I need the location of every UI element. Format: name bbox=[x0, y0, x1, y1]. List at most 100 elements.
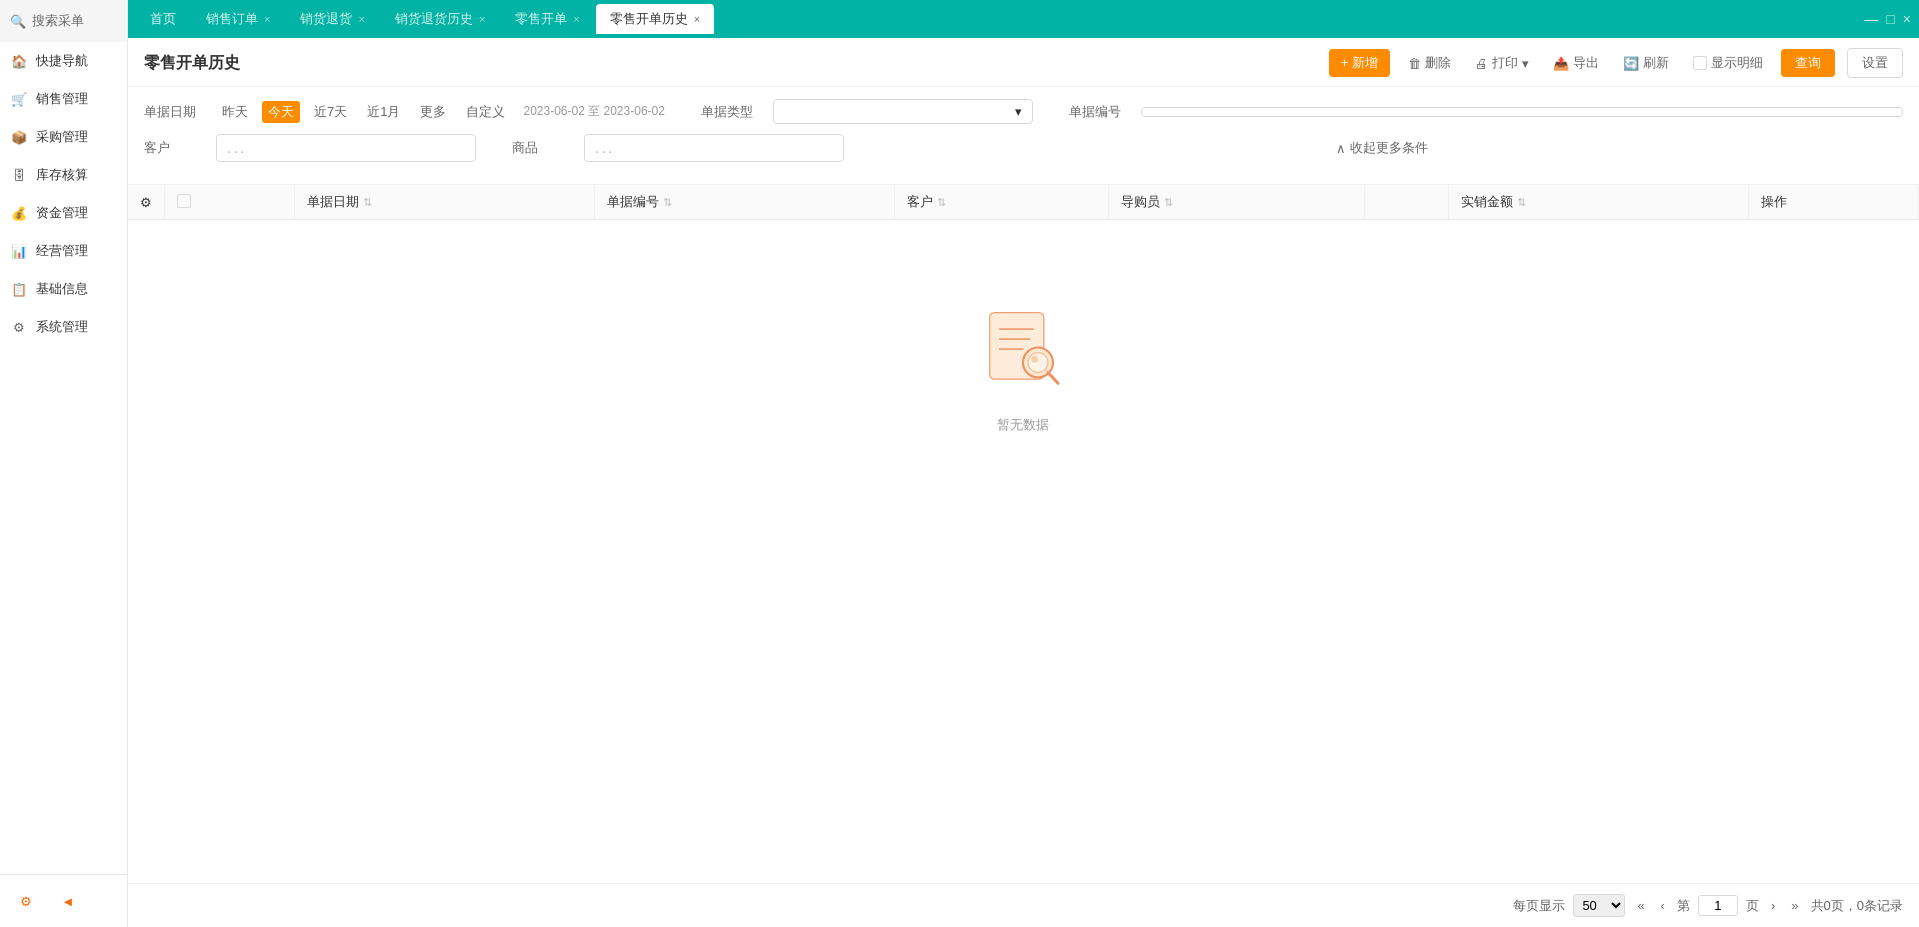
table-header-row: ⚙ 单据日期 ⇅ 单据编号 bbox=[128, 185, 1919, 220]
sidebar-item-system[interactable]: ⚙ 系统管理 bbox=[0, 308, 127, 346]
tab-retail-open-history-close[interactable]: × bbox=[694, 13, 700, 25]
delete-button[interactable]: 🗑 删除 bbox=[1402, 50, 1457, 76]
page-input[interactable] bbox=[1698, 895, 1738, 916]
col-amount-sort-icon: ⇅ bbox=[1517, 196, 1526, 209]
filter-row-2: 客户 ... 商品 ... ∧ 收起更多条件 bbox=[144, 134, 1903, 162]
sidebar-item-label: 快捷导航 bbox=[36, 52, 88, 70]
tab-home[interactable]: 首页 bbox=[136, 4, 190, 34]
customer-label: 客户 bbox=[144, 139, 200, 157]
tab-sales-order[interactable]: 销售订单 × bbox=[192, 4, 284, 34]
last-page-button[interactable]: » bbox=[1787, 896, 1802, 915]
col-checkbox[interactable] bbox=[165, 185, 295, 220]
tab-retail-open-history[interactable]: 零售开单历史 × bbox=[596, 4, 714, 34]
tab-sales-return-close[interactable]: × bbox=[358, 13, 364, 25]
inventory-icon: 🗄 bbox=[10, 166, 28, 184]
prev-page-button[interactable]: ‹ bbox=[1657, 896, 1669, 915]
refresh-icon: 🔄 bbox=[1623, 56, 1639, 71]
date-btn-today[interactable]: 今天 bbox=[262, 101, 300, 123]
tab-sales-order-label: 销售订单 bbox=[206, 10, 258, 28]
page-suffix: 页 bbox=[1746, 897, 1759, 915]
export-button[interactable]: 📤 导出 bbox=[1547, 50, 1605, 76]
table-head: ⚙ 单据日期 ⇅ 单据编号 bbox=[128, 185, 1919, 220]
col-guide[interactable]: 导购员 ⇅ bbox=[1108, 185, 1365, 220]
col-doc-date-label: 单据日期 bbox=[307, 193, 359, 211]
tab-sales-order-close[interactable]: × bbox=[264, 13, 270, 25]
sidebar-item-quick-nav[interactable]: 🏠 快捷导航 bbox=[0, 42, 127, 80]
empty-row: 暂无数据 bbox=[128, 220, 1919, 515]
query-button[interactable]: 查询 bbox=[1781, 49, 1835, 77]
settings-bottom-button[interactable]: ⚙ bbox=[10, 885, 42, 917]
collapse-label: 收起更多条件 bbox=[1350, 139, 1428, 157]
content-area: 零售开单历史 + 新增 🗑 删除 🖨 打印 ▾ 📤 导出 🔄 bbox=[128, 38, 1919, 927]
tab-retail-open[interactable]: 零售开单 × bbox=[501, 4, 593, 34]
sidebar-item-business[interactable]: 📊 经营管理 bbox=[0, 232, 127, 270]
first-page-button[interactable]: « bbox=[1633, 896, 1648, 915]
settings-button[interactable]: 设置 bbox=[1847, 48, 1903, 78]
tab-sales-return[interactable]: 销货退货 × bbox=[286, 4, 378, 34]
print-button[interactable]: 🖨 打印 ▾ bbox=[1469, 50, 1535, 76]
sidebar-item-label: 库存核算 bbox=[36, 166, 88, 184]
filter-area: 单据日期 昨天 今天 近7天 近1月 更多 自定义 2023-06-02 至 2… bbox=[128, 87, 1919, 185]
col-spacer bbox=[1365, 185, 1448, 220]
window-min-button[interactable]: — bbox=[1864, 11, 1878, 27]
col-action: 操作 bbox=[1748, 185, 1918, 220]
col-doc-date[interactable]: 单据日期 ⇅ bbox=[295, 185, 595, 220]
tabs-bar: 首页 销售订单 × 销货退货 × 销货退货历史 × 零售开单 × 零售开单历史 … bbox=[128, 0, 1919, 38]
doc-no-input[interactable] bbox=[1141, 107, 1903, 117]
display-detail-button[interactable]: 显示明细 bbox=[1687, 50, 1769, 76]
collapse-sidebar-button[interactable]: ◄ bbox=[52, 885, 84, 917]
page-title: 零售开单历史 bbox=[144, 53, 240, 74]
next-page-button[interactable]: › bbox=[1767, 896, 1779, 915]
tab-sales-return-history[interactable]: 销货退货历史 × bbox=[381, 4, 499, 34]
sidebar-item-purchase-mgmt[interactable]: 📦 采购管理 bbox=[0, 118, 127, 156]
date-btn-custom[interactable]: 自定义 bbox=[460, 101, 511, 123]
date-btn-7days[interactable]: 近7天 bbox=[308, 101, 353, 123]
per-page-select[interactable]: 50 10 20 100 bbox=[1573, 894, 1625, 917]
home-icon: 🏠 bbox=[10, 52, 28, 70]
col-doc-no-sort-icon: ⇅ bbox=[663, 196, 672, 209]
date-btn-yesterday[interactable]: 昨天 bbox=[216, 101, 254, 123]
sidebar-item-label: 经营管理 bbox=[36, 242, 88, 260]
refresh-button[interactable]: 🔄 刷新 bbox=[1617, 50, 1675, 76]
goods-input[interactable]: ... bbox=[584, 134, 844, 162]
goods-dots: ... bbox=[595, 139, 614, 157]
sidebar-item-sales-mgmt[interactable]: 🛒 销售管理 bbox=[0, 80, 127, 118]
toolbar: + 新增 🗑 删除 🖨 打印 ▾ 📤 导出 🔄 刷新 bbox=[1329, 48, 1903, 78]
col-action-label: 操作 bbox=[1761, 194, 1787, 209]
col-amount[interactable]: 实销金额 ⇅ bbox=[1448, 185, 1748, 220]
col-doc-date-sort-icon: ⇅ bbox=[363, 196, 372, 209]
col-settings[interactable]: ⚙ bbox=[128, 185, 165, 220]
date-btn-more[interactable]: 更多 bbox=[414, 101, 452, 123]
tab-retail-open-history-label: 零售开单历史 bbox=[610, 10, 688, 28]
export-label: 导出 bbox=[1573, 54, 1599, 72]
col-doc-no[interactable]: 单据编号 ⇅ bbox=[595, 185, 895, 220]
tab-retail-open-close[interactable]: × bbox=[573, 13, 579, 25]
collapse-button[interactable]: ∧ 收起更多条件 bbox=[1332, 135, 1432, 161]
sidebar-item-inventory[interactable]: 🗄 库存核算 bbox=[0, 156, 127, 194]
sidebar-item-finance[interactable]: 💰 资金管理 bbox=[0, 194, 127, 232]
delete-icon: 🗑 bbox=[1408, 56, 1421, 71]
sidebar-item-label: 采购管理 bbox=[36, 128, 88, 146]
data-table: ⚙ 单据日期 ⇅ 单据编号 bbox=[128, 185, 1919, 514]
add-button[interactable]: + 新增 bbox=[1329, 49, 1390, 77]
customer-dots: ... bbox=[227, 139, 246, 157]
window-max-button[interactable]: □ bbox=[1886, 11, 1894, 27]
main: 首页 销售订单 × 销货退货 × 销货退货历史 × 零售开单 × 零售开单历史 … bbox=[128, 0, 1919, 927]
tab-sales-return-history-close[interactable]: × bbox=[479, 13, 485, 25]
sidebar-bottom: ⚙ ◄ bbox=[0, 874, 127, 927]
info-icon: 📋 bbox=[10, 280, 28, 298]
print-icon: 🖨 bbox=[1475, 56, 1488, 71]
per-page-label: 每页显示 bbox=[1513, 897, 1565, 915]
system-icon: ⚙ bbox=[10, 318, 28, 336]
sidebar-item-label: 系统管理 bbox=[36, 318, 88, 336]
select-all-checkbox[interactable] bbox=[177, 194, 191, 208]
sidebar-search[interactable]: 🔍 搜索采单 bbox=[0, 0, 127, 42]
display-detail-label: 显示明细 bbox=[1711, 54, 1763, 72]
doc-type-select[interactable]: ▾ bbox=[773, 99, 1033, 124]
customer-input[interactable]: ... bbox=[216, 134, 476, 162]
sidebar-item-basic-info[interactable]: 📋 基础信息 bbox=[0, 270, 127, 308]
window-close-button[interactable]: × bbox=[1903, 11, 1911, 27]
col-customer[interactable]: 客户 ⇅ bbox=[895, 185, 1108, 220]
total-text: 共0页，0条记录 bbox=[1811, 897, 1903, 915]
date-btn-1month[interactable]: 近1月 bbox=[361, 101, 406, 123]
